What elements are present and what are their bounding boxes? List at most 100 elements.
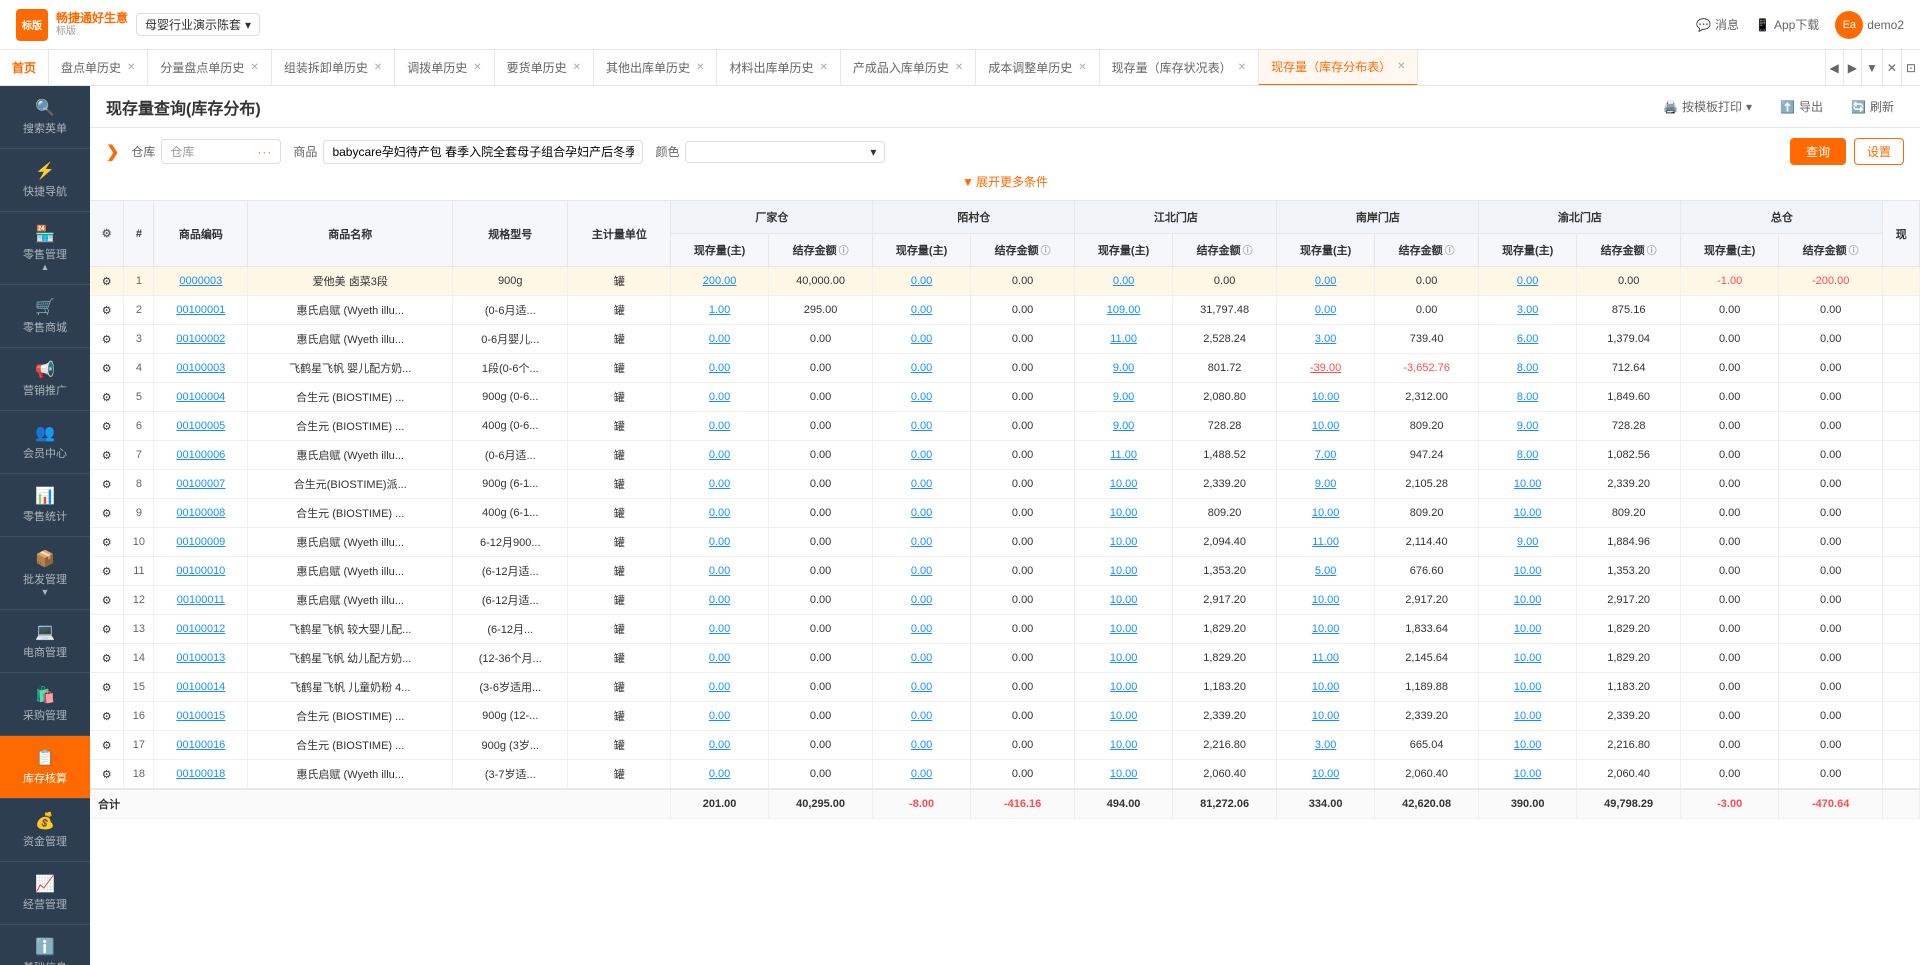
row-settings[interactable]: ⚙: [90, 499, 124, 528]
tab-close-icon[interactable]: ✕: [250, 62, 258, 73]
qty-link[interactable]: 11.00: [1312, 652, 1339, 664]
qty-link[interactable]: 11.00: [1110, 449, 1137, 461]
settings-icon[interactable]: ⚙: [102, 508, 112, 520]
qty-link[interactable]: 10.00: [1514, 507, 1542, 519]
qty-link[interactable]: 10.00: [1110, 681, 1138, 693]
code-link[interactable]: 00100002: [176, 333, 225, 345]
qty-link[interactable]: 0.00: [911, 449, 932, 461]
qty-link[interactable]: 0.00: [709, 768, 730, 780]
app-download-btn[interactable]: 📱 App下载: [1755, 16, 1819, 33]
qty-link[interactable]: 0.00: [911, 420, 932, 432]
qty-link[interactable]: 9.00: [1113, 420, 1134, 432]
tab-close-icon[interactable]: ✕: [955, 62, 963, 73]
row-settings[interactable]: ⚙: [90, 615, 124, 644]
tab-close-icon[interactable]: ✕: [573, 62, 581, 73]
qty-link[interactable]: 0.00: [911, 536, 932, 548]
warehouse-input-wrapper[interactable]: 仓库 ···: [161, 139, 281, 164]
code-link[interactable]: 0000003: [179, 275, 222, 287]
qty-link[interactable]: 0.00: [709, 594, 730, 606]
message-btn[interactable]: 💬 消息: [1696, 16, 1739, 33]
qty-link[interactable]: 1.00: [709, 304, 730, 316]
code-link[interactable]: 00100016: [176, 739, 225, 751]
settings-icon[interactable]: ⚙: [102, 740, 112, 752]
sidebar-item-quick-nav[interactable]: ⚡ 快捷导航: [0, 149, 90, 212]
sidebar-item-member[interactable]: 👥 会员中心: [0, 411, 90, 474]
filter-collapse-btn[interactable]: ❯: [106, 142, 119, 162]
settings-icon[interactable]: ⚙: [102, 334, 112, 346]
qty-link[interactable]: 10.00: [1514, 710, 1542, 722]
qty-link[interactable]: 0.00: [911, 710, 932, 722]
qty-link[interactable]: 0.00: [911, 478, 932, 490]
tabs-expand-btn[interactable]: ⊡: [1901, 50, 1920, 86]
tab-material-out[interactable]: 材料出库单历史 ✕: [717, 50, 840, 86]
qty-link[interactable]: 0.00: [709, 652, 730, 664]
qty-link[interactable]: 10.00: [1514, 594, 1542, 606]
tab-close-icon[interactable]: ✕: [1078, 62, 1086, 73]
qty-link[interactable]: 10.00: [1312, 710, 1340, 722]
settings-icon[interactable]: ⚙: [102, 392, 112, 404]
code-link[interactable]: 00100013: [176, 652, 225, 664]
row-settings[interactable]: ⚙: [90, 586, 124, 615]
qty-link[interactable]: 0.00: [1517, 275, 1538, 287]
settings-icon[interactable]: ⚙: [102, 479, 112, 491]
row-settings[interactable]: ⚙: [90, 528, 124, 557]
tab-assemble[interactable]: 组装拆卸单历史 ✕: [272, 50, 395, 86]
qty-link[interactable]: 0.00: [911, 623, 932, 635]
sidebar-item-wholesale[interactable]: 📦 批发管理 ▼: [0, 537, 90, 610]
tab-close-icon[interactable]: ✕: [1397, 61, 1405, 72]
qty-link[interactable]: 10.00: [1312, 420, 1340, 432]
sidebar-item-finance[interactable]: 💰 资金管理: [0, 799, 90, 862]
settings-icon[interactable]: ⚙: [102, 276, 112, 288]
row-settings[interactable]: ⚙: [90, 470, 124, 499]
expand-btn[interactable]: ▼ 展开更多条件: [962, 173, 1048, 190]
qty-link[interactable]: 5.00: [1315, 565, 1336, 577]
tab-other-out[interactable]: 其他出库单历史 ✕: [594, 50, 717, 86]
qty-link[interactable]: 200.00: [703, 275, 737, 287]
export-btn[interactable]: ⬆️ 导出: [1770, 94, 1833, 119]
row-settings[interactable]: ⚙: [90, 267, 124, 296]
qty-link[interactable]: 0.00: [911, 681, 932, 693]
qty-link[interactable]: 10.00: [1514, 652, 1542, 664]
sidebar-item-retail-mgmt[interactable]: 🏪 零售管理 ▲: [0, 212, 90, 285]
qty-link[interactable]: 10.00: [1312, 768, 1340, 780]
tab-cost-adjust[interactable]: 成本调整单历史 ✕: [976, 50, 1099, 86]
row-settings[interactable]: ⚙: [90, 557, 124, 586]
col-settings[interactable]: ⚙: [90, 201, 124, 267]
settings-icon[interactable]: ⚙: [102, 305, 112, 317]
color-input-wrapper[interactable]: ▾: [685, 141, 885, 163]
qty-link[interactable]: 10.00: [1514, 739, 1542, 751]
qty-link[interactable]: 9.00: [1113, 362, 1134, 374]
sidebar-item-marketing[interactable]: 📢 营销推广: [0, 348, 90, 411]
refresh-btn[interactable]: 🔄 刷新: [1841, 94, 1904, 119]
qty-link[interactable]: 10.00: [1514, 681, 1542, 693]
code-link[interactable]: 00100018: [176, 768, 225, 780]
sidebar-item-operation[interactable]: 📈 经营管理: [0, 862, 90, 925]
code-link[interactable]: 00100009: [176, 536, 225, 548]
row-settings[interactable]: ⚙: [90, 702, 124, 731]
qty-link[interactable]: 109.00: [1107, 304, 1141, 316]
tabs-menu-btn[interactable]: ▼: [1861, 50, 1882, 86]
tab-close-icon[interactable]: ✕: [819, 62, 827, 73]
qty-link[interactable]: 0.00: [911, 739, 932, 751]
tab-stock-status[interactable]: 现存量（库存状况表） ✕: [1100, 50, 1259, 86]
row-settings[interactable]: ⚙: [90, 354, 124, 383]
qty-link[interactable]: 0.00: [1315, 304, 1336, 316]
qty-link[interactable]: 8.00: [1517, 449, 1538, 461]
qty-link[interactable]: -39.00: [1310, 362, 1341, 374]
row-settings[interactable]: ⚙: [90, 644, 124, 673]
industry-selector[interactable]: 母婴行业演示陈套 ▾: [136, 13, 260, 36]
settings-icon[interactable]: ⚙: [102, 711, 112, 723]
tab-home[interactable]: 首页: [0, 50, 49, 86]
qty-link[interactable]: 11.00: [1110, 333, 1137, 345]
qty-link[interactable]: 0.00: [709, 739, 730, 751]
qty-link[interactable]: 0.00: [911, 333, 932, 345]
tab-purchase-receipt[interactable]: 要货单历史 ✕: [495, 50, 594, 86]
qty-link[interactable]: 0.00: [709, 333, 730, 345]
qty-link[interactable]: 0.00: [911, 391, 932, 403]
settings-icon[interactable]: ⚙: [102, 450, 112, 462]
settings-icon[interactable]: ⚙: [102, 363, 112, 375]
qty-link[interactable]: 10.00: [1110, 710, 1138, 722]
qty-link[interactable]: 10.00: [1514, 565, 1542, 577]
qty-link[interactable]: 8.00: [1517, 362, 1538, 374]
row-settings[interactable]: ⚙: [90, 731, 124, 760]
